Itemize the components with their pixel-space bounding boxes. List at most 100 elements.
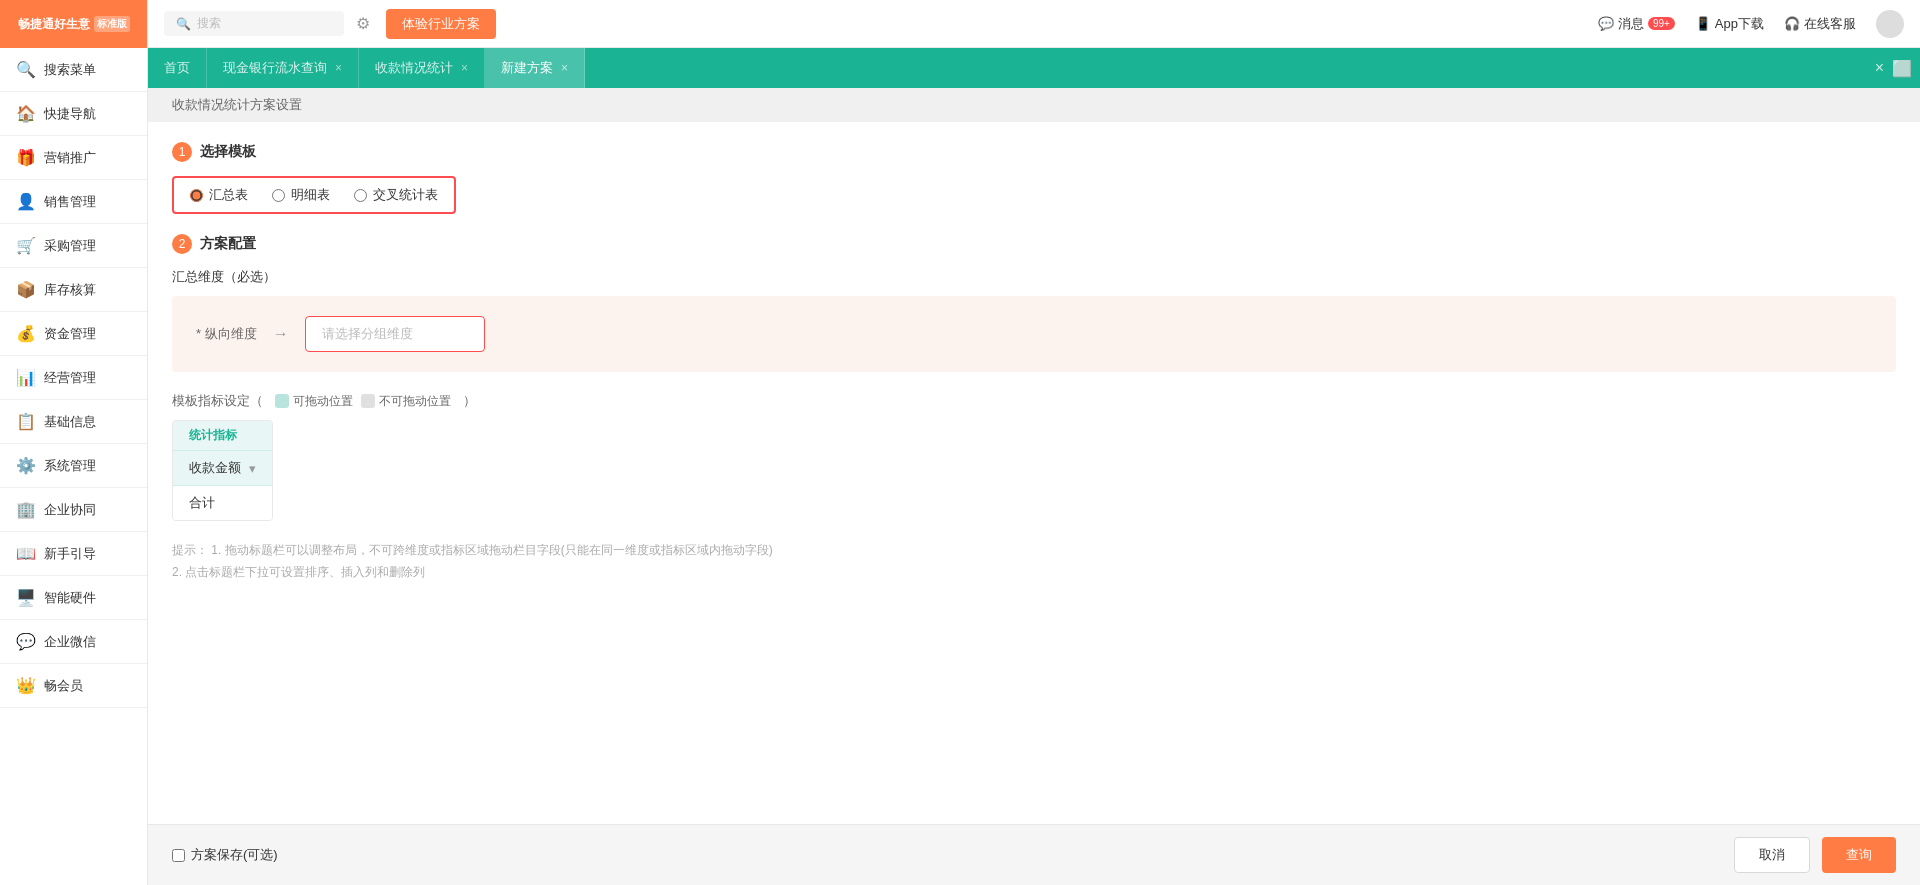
chat-icon: 💬: [16, 632, 36, 651]
topbar-right: 💬 消息 99+ 📱 App下载 🎧 在线客服: [1598, 10, 1904, 38]
stats-subtotal: 合计: [173, 486, 272, 520]
template-radio-cross[interactable]: [354, 189, 367, 202]
dimension-selector[interactable]: 请选择分组维度: [305, 316, 485, 352]
tab-new-plan-label: 新建方案: [501, 59, 553, 77]
logo-badge: 标准版: [94, 16, 130, 32]
query-button[interactable]: 查询: [1822, 837, 1896, 873]
template-options: 汇总表 明细表 交叉统计表: [172, 176, 456, 214]
topbar: 🔍 搜索 ⚙ 体验行业方案 💬 消息 99+ 📱 App下载 🎧 在线客服: [148, 0, 1920, 48]
tab-bank-flow-close[interactable]: ×: [335, 61, 342, 75]
sidebar: 畅捷通好生意 标准版 🔍 搜索菜单 🏠 快捷导航 🎁 营销推广 👤 销售管理 🛒…: [0, 0, 148, 885]
tab-maximize-icon[interactable]: ⬜: [1892, 59, 1912, 78]
tabbar: 首页 现金银行流水查询 × 收款情况统计 × 新建方案 × × ⬜: [148, 48, 1920, 88]
gear-icon: ⚙️: [16, 456, 36, 475]
tab-collection-stats-label: 收款情况统计: [375, 59, 453, 77]
dimension-area: * 纵向维度 → 请选择分组维度: [172, 296, 1896, 372]
logo-text: 畅捷通好生意: [18, 16, 90, 33]
tab-new-plan[interactable]: 新建方案 ×: [485, 48, 585, 88]
search-icon: 🔍: [176, 17, 191, 31]
stats-table: 统计指标 收款金额 ▾ 合计: [172, 420, 273, 521]
content-area: 收款情况统计方案设置 1 选择模板 汇总表 明细表: [148, 88, 1920, 885]
box-icon: 📦: [16, 280, 36, 299]
footer: 方案保存(可选) 取消 查询: [148, 824, 1920, 885]
step1-title: 选择模板: [200, 143, 256, 161]
legend-non-draggable: 不可拖动位置: [361, 393, 451, 410]
dimension-config-label: 汇总维度（必选）: [172, 268, 1896, 286]
sidebar-item-search[interactable]: 🔍 搜索菜单: [0, 48, 147, 92]
save-label: 方案保存(可选): [191, 846, 278, 864]
indicator-settings: 模板指标设定（ 可拖动位置 不可拖动位置 ）: [172, 392, 1896, 524]
step2-header: 2 方案配置: [172, 234, 1896, 254]
sidebar-item-system[interactable]: ⚙️ 系统管理: [0, 444, 147, 488]
tab-new-plan-close[interactable]: ×: [561, 61, 568, 75]
sidebar-item-wechat[interactable]: 💬 企业微信: [0, 620, 147, 664]
stats-cell-label: 收款金额: [189, 459, 241, 477]
sidebar-item-guide[interactable]: 📖 新手引导: [0, 532, 147, 576]
settings-icon[interactable]: ⚙: [356, 14, 370, 33]
book-icon: 📖: [16, 544, 36, 563]
sidebar-logo: 畅捷通好生意 标准版: [0, 0, 147, 48]
sidebar-item-sales[interactable]: 👤 销售管理: [0, 180, 147, 224]
save-checkbox[interactable]: [172, 849, 185, 862]
sidebar-item-marketing[interactable]: 🎁 营销推广: [0, 136, 147, 180]
tab-bank-flow[interactable]: 现金银行流水查询 ×: [207, 48, 359, 88]
headset-icon: 🎧: [1784, 16, 1800, 31]
sidebar-item-member[interactable]: 👑 畅会员: [0, 664, 147, 708]
tab-home-label: 首页: [164, 59, 190, 77]
dimension-row: * 纵向维度 → 请选择分组维度: [196, 316, 1872, 352]
clipboard-icon: 📋: [16, 412, 36, 431]
footer-save-option: 方案保存(可选): [172, 846, 278, 864]
sidebar-item-quicknav[interactable]: 🏠 快捷导航: [0, 92, 147, 136]
notification-item[interactable]: 💬 消息 99+: [1598, 15, 1675, 33]
building-icon: 🏢: [16, 500, 36, 519]
dimension-arrow-icon: →: [273, 325, 289, 343]
tab-collection-stats[interactable]: 收款情况统计 ×: [359, 48, 485, 88]
notification-badge: 99+: [1648, 17, 1675, 30]
step2-badge: 2: [172, 234, 192, 254]
hint-text: 提示： 1. 拖动标题栏可以调整布局，不可跨维度或指标区域拖动栏目字段(只能在同…: [172, 540, 1896, 583]
sidebar-item-finance[interactable]: 💰 资金管理: [0, 312, 147, 356]
tab-close-icon[interactable]: ×: [1875, 59, 1884, 77]
tab-actions: × ⬜: [1875, 59, 1920, 78]
app-download-item[interactable]: 📱 App下载: [1695, 15, 1764, 33]
bell-icon: 💬: [1598, 16, 1614, 31]
stats-table-header: 统计指标: [173, 421, 272, 451]
template-option-summary[interactable]: 汇总表: [190, 186, 248, 204]
tab-home[interactable]: 首页: [148, 48, 207, 88]
breadcrumb: 收款情况统计方案设置: [148, 88, 1920, 122]
sidebar-item-hardware[interactable]: 🖥️ 智能硬件: [0, 576, 147, 620]
search-placeholder-text: 搜索: [197, 15, 221, 32]
stats-cell-collection[interactable]: 收款金额 ▾: [173, 451, 272, 486]
sidebar-item-purchase[interactable]: 🛒 采购管理: [0, 224, 147, 268]
download-icon: 📱: [1695, 16, 1711, 31]
step2-section: 2 方案配置 汇总维度（必选） * 纵向维度 → 请选择分组维度: [172, 234, 1896, 583]
sidebar-item-operations[interactable]: 📊 经营管理: [0, 356, 147, 400]
trial-button[interactable]: 体验行业方案: [386, 9, 496, 39]
indicator-settings-header: 模板指标设定（ 可拖动位置 不可拖动位置 ）: [172, 392, 1896, 410]
non-draggable-dot: [361, 394, 375, 408]
dropdown-arrow-icon[interactable]: ▾: [249, 461, 256, 476]
gift-icon: 🎁: [16, 148, 36, 167]
support-item[interactable]: 🎧 在线客服: [1784, 15, 1856, 33]
tab-bank-flow-label: 现金银行流水查询: [223, 59, 327, 77]
user-icon: 👤: [16, 192, 36, 211]
draggable-dot: [275, 394, 289, 408]
cancel-button[interactable]: 取消: [1734, 837, 1810, 873]
search-nav-icon: 🔍: [16, 60, 36, 79]
home-icon: 🏠: [16, 104, 36, 123]
form-area: 1 选择模板 汇总表 明细表 交叉统计表: [148, 122, 1920, 824]
template-option-cross[interactable]: 交叉统计表: [354, 186, 438, 204]
cart-icon: 🛒: [16, 236, 36, 255]
indicator-legend: 可拖动位置 不可拖动位置: [275, 393, 451, 410]
dimension-config: 汇总维度（必选） * 纵向维度 → 请选择分组维度: [172, 268, 1896, 372]
step2-title: 方案配置: [200, 235, 256, 253]
user-avatar[interactable]: [1876, 10, 1904, 38]
template-option-detail[interactable]: 明细表: [272, 186, 330, 204]
sidebar-item-inventory[interactable]: 📦 库存核算: [0, 268, 147, 312]
sidebar-item-enterprise[interactable]: 🏢 企业协同: [0, 488, 147, 532]
template-radio-detail[interactable]: [272, 189, 285, 202]
topbar-search-box[interactable]: 🔍 搜索: [164, 11, 344, 36]
tab-collection-close[interactable]: ×: [461, 61, 468, 75]
template-radio-summary[interactable]: [190, 189, 203, 202]
sidebar-item-basic[interactable]: 📋 基础信息: [0, 400, 147, 444]
